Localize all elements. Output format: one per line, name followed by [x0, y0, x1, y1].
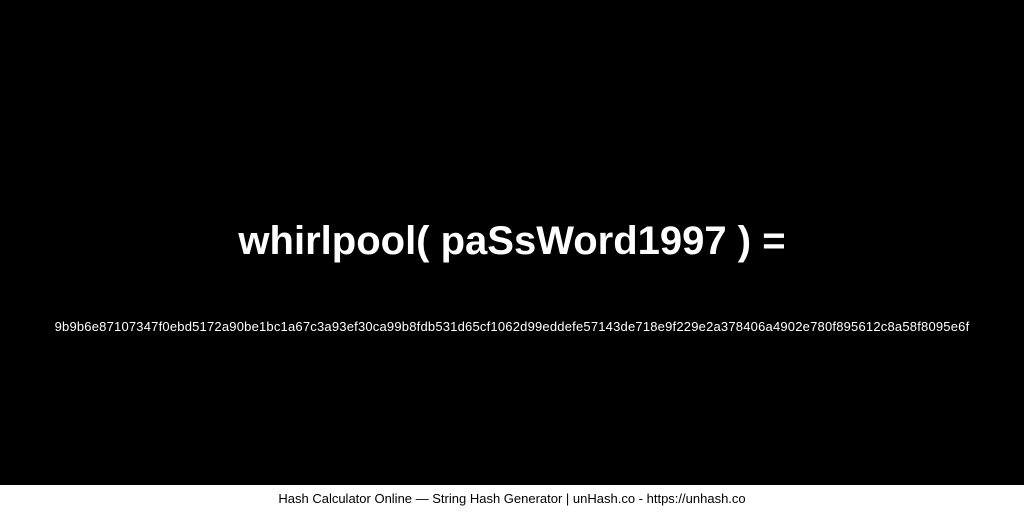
footer-bar: Hash Calculator Online — String Hash Gen…	[0, 485, 1024, 512]
hash-expression: whirlpool( paSsWord1997 ) =	[238, 219, 785, 264]
hash-output: 9b9b6e87107347f0ebd5172a90be1bc1a67c3a93…	[55, 319, 970, 334]
footer-text: Hash Calculator Online — String Hash Gen…	[278, 491, 745, 506]
main-content: whirlpool( paSsWord1997 ) = 9b9b6e871073…	[0, 0, 1024, 512]
